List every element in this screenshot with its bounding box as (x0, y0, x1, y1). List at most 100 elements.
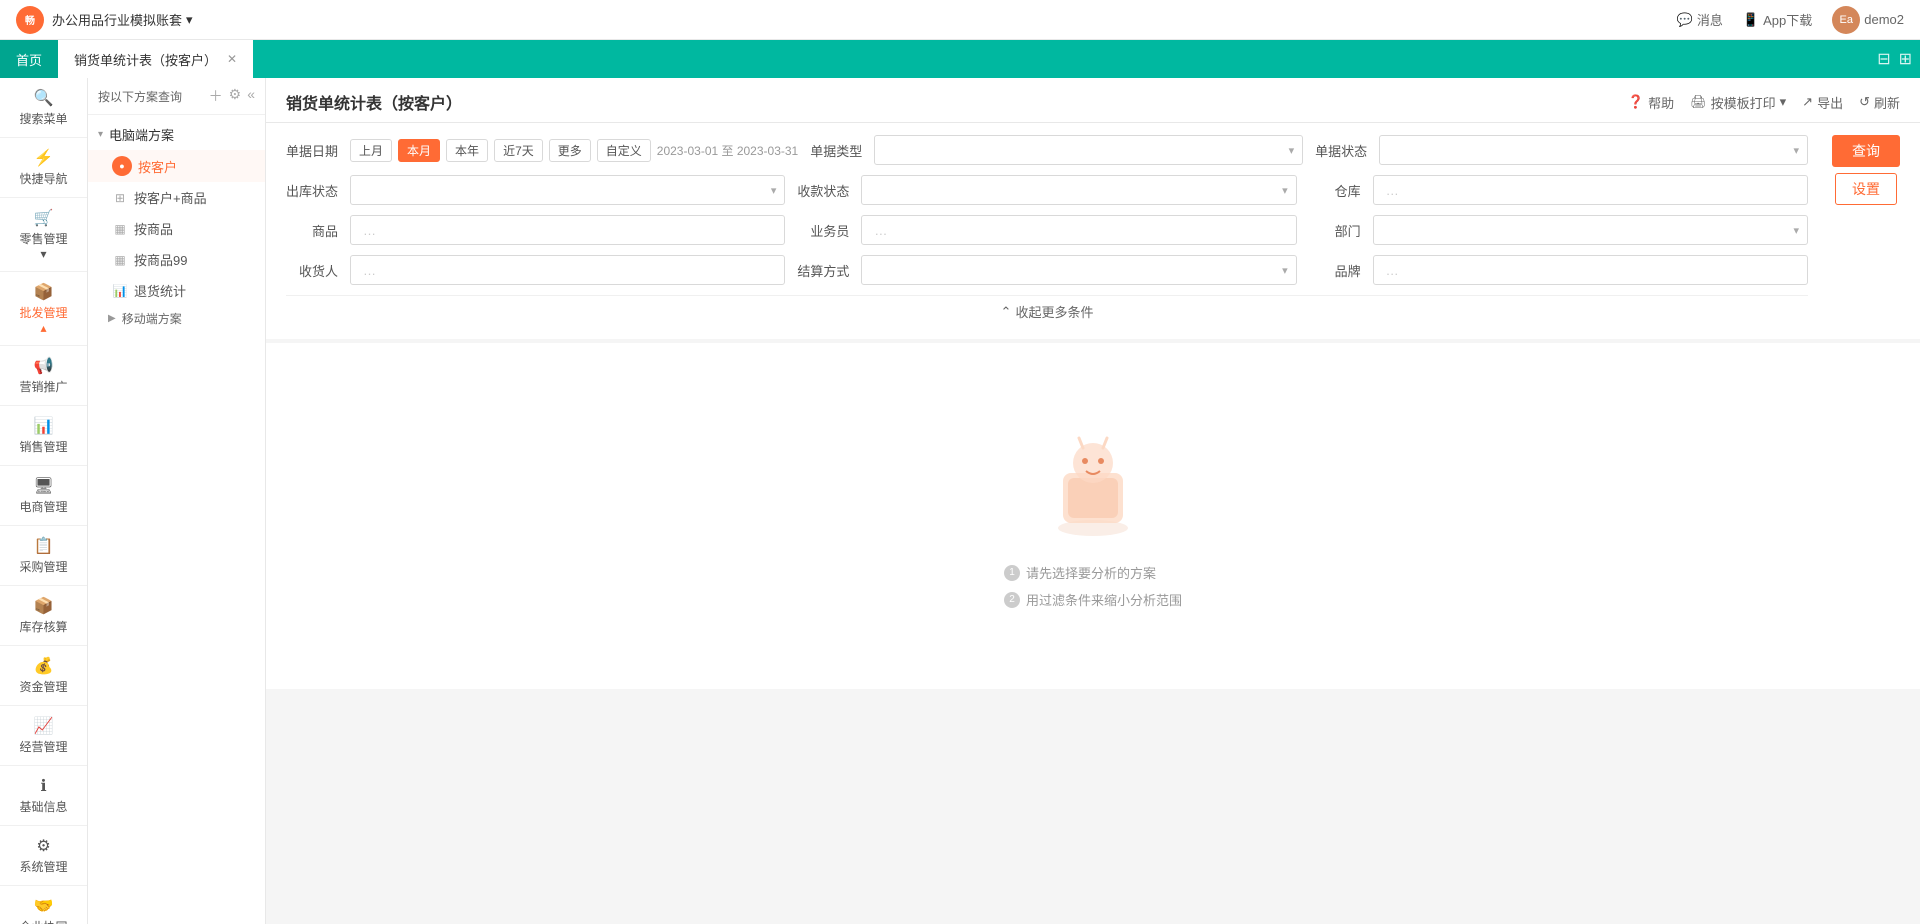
delivery-arrow: ▾ (771, 184, 777, 197)
delivery-label: 出库状态 (286, 181, 338, 200)
warehouse-select[interactable]: … (1373, 175, 1808, 205)
order-status-select[interactable]: ▾ (1379, 135, 1808, 165)
sidebar-item-collab[interactable]: 🤝 企业协同 (0, 886, 87, 924)
sidebar-item-inventory[interactable]: 📦 库存核算 (0, 586, 87, 646)
print-label: 按模板打印 (1711, 93, 1776, 112)
settlement-select[interactable]: ▾ (861, 255, 1296, 285)
tab-home-label: 首页 (16, 50, 42, 69)
scheme-by-customer[interactable]: ● 按客户 (88, 150, 265, 182)
order-type-select[interactable]: ▾ (874, 135, 1303, 165)
sidebar-retail-label: 零售管理 (4, 230, 83, 247)
order-type-arrow: ▾ (1289, 144, 1295, 157)
sidebar-operations-label: 经营管理 (4, 738, 83, 755)
help-label: 帮助 (1648, 93, 1674, 112)
query-button[interactable]: 查询 (1832, 135, 1900, 167)
ecommerce-icon: 🖥 (4, 476, 83, 496)
salesman-select[interactable]: … (861, 215, 1296, 245)
date-range: 2023-03-01 至 2023-03-31 (657, 142, 798, 159)
scheme-return-label: 退货统计 (134, 281, 186, 300)
empty-tips: 1 请先选择要分析的方案 2 用过滤条件来缩小分析范围 (1004, 563, 1182, 609)
tab-expand-icon[interactable]: ⊞ (1899, 49, 1912, 69)
app-selector[interactable]: 办公用品行业模拟账套 ▾ (52, 10, 193, 29)
sidebar-item-basicinfo[interactable]: ℹ 基础信息 (0, 766, 87, 826)
date-btn-this-year[interactable]: 本年 (446, 139, 488, 162)
settings-button[interactable]: 设置 (1835, 173, 1897, 205)
sidebar-item-operations[interactable]: 📈 经营管理 (0, 706, 87, 766)
collapse-panel-btn[interactable]: « (247, 86, 255, 106)
sidebar-basicinfo-label: 基础信息 (4, 798, 83, 815)
date-btn-more[interactable]: 更多 (549, 139, 591, 162)
add-scheme-btn[interactable]: ＋ (209, 86, 223, 106)
system-icon: ⚙ (4, 836, 83, 856)
sidebar-item-wholesale[interactable]: 📦 批发管理 ▴ (0, 272, 87, 346)
help-btn[interactable]: ❓ 帮助 (1628, 93, 1674, 112)
scheme-cg-label: 按客户+商品 (134, 188, 207, 207)
order-type-label: 单据类型 (810, 141, 862, 160)
scheme-by-customer-goods[interactable]: ⊞ 按客户+商品 (88, 182, 265, 213)
search-icon: 🔍 (4, 88, 83, 108)
department-select[interactable]: ▾ (1373, 215, 1808, 245)
purchase-icon: 📋 (4, 536, 83, 556)
user-info[interactable]: Ea demo2 (1832, 6, 1904, 34)
tab-close-btn[interactable]: ✕ (227, 52, 237, 66)
date-btn-last-month[interactable]: 上月 (350, 139, 392, 162)
left-panel: 按以下方案查询 ＋ ⚙ « ▾ 电脑端方案 ● 按客户 ⊞ 按客户+商品 (88, 78, 266, 924)
salesman-dots: … (870, 223, 891, 238)
print-btn[interactable]: 🖨 按模板打印 ▾ (1690, 93, 1786, 112)
desktop-group-header[interactable]: ▾ 电脑端方案 (88, 119, 265, 150)
sidebar-item-sales[interactable]: 📊 销售管理 (0, 406, 87, 466)
refresh-btn[interactable]: ↺ 刷新 (1859, 93, 1900, 112)
left-panel-actions: ＋ ⚙ « (209, 86, 255, 106)
order-status-arrow: ▾ (1793, 144, 1799, 157)
print-icon: 🖨 (1690, 94, 1707, 110)
sidebar-item-purchase[interactable]: 📋 采购管理 (0, 526, 87, 586)
app-selector-arrow: ▾ (186, 12, 193, 28)
sidebar-item-ecommerce[interactable]: 🖥 电商管理 (0, 466, 87, 526)
scheme-by-goods99[interactable]: ▦ 按商品99 (88, 244, 265, 275)
sidebar-item-finance[interactable]: 💰 资金管理 (0, 646, 87, 706)
header-right: 💬 消息 📱 App下载 Ea demo2 (1677, 6, 1904, 34)
header-left: 畅 办公用品行业模拟账套 ▾ (16, 6, 193, 34)
goods-select[interactable]: … (350, 215, 785, 245)
user-name: demo2 (1864, 12, 1904, 27)
page-header: 销货单统计表（按客户） ❓ 帮助 🖨 按模板打印 ▾ ↗ 导出 ↺ 刷新 (266, 78, 1920, 123)
recipient-label: 收货人 (286, 261, 338, 280)
sidebar-item-search[interactable]: 🔍 搜索菜单 (0, 78, 87, 138)
download-icon: 📱 (1743, 12, 1759, 28)
date-btn-this-month[interactable]: 本月 (398, 139, 440, 162)
payment-select[interactable]: ▾ (861, 175, 1296, 205)
message-btn[interactable]: 💬 消息 (1677, 10, 1723, 29)
basicinfo-icon: ℹ (4, 776, 83, 796)
collapse-filters-btn[interactable]: ⌃ 收起更多条件 (286, 295, 1808, 327)
date-btn-custom[interactable]: 自定义 (597, 139, 651, 162)
recipient-select[interactable]: … (350, 255, 785, 285)
tab-sales-stats-label: 销货单统计表（按客户） (74, 50, 217, 69)
collab-icon: 🤝 (4, 896, 83, 916)
sidebar-item-retail[interactable]: 🛒 零售管理 ▾ (0, 198, 87, 272)
top-header: 畅 办公用品行业模拟账套 ▾ 💬 消息 📱 App下载 Ea demo2 (0, 0, 1920, 40)
scheme-goods-label: 按商品 (134, 219, 173, 238)
tab-home[interactable]: 首页 (0, 40, 58, 78)
empty-state: 1 请先选择要分析的方案 2 用过滤条件来缩小分析范围 (266, 343, 1920, 689)
sidebar-item-marketing[interactable]: 📢 营销推广 (0, 346, 87, 406)
settings-scheme-btn[interactable]: ⚙ (229, 86, 242, 106)
marketing-icon: 📢 (4, 356, 83, 376)
export-btn[interactable]: ↗ 导出 (1802, 93, 1843, 112)
empty-illustration (1033, 423, 1153, 543)
mobile-group-header[interactable]: ▶ 移动端方案 (88, 306, 265, 331)
refresh-icon: ↺ (1859, 94, 1870, 110)
sidebar-item-nav[interactable]: ⚡ 快捷导航 (0, 138, 87, 198)
operations-icon: 📈 (4, 716, 83, 736)
delivery-select[interactable]: ▾ (350, 175, 785, 205)
sidebar-wholesale-label: 批发管理 (4, 304, 83, 321)
sidebar-item-system[interactable]: ⚙ 系统管理 (0, 826, 87, 886)
scheme-by-goods[interactable]: ▦ 按商品 (88, 213, 265, 244)
tab-sales-stats[interactable]: 销货单统计表（按客户） ✕ (58, 40, 253, 78)
brand-select[interactable]: … (1373, 255, 1808, 285)
date-btn-7days[interactable]: 近7天 (494, 139, 543, 162)
salesman-label: 业务员 (797, 221, 849, 240)
filter-area: 单据日期 上月 本月 本年 近7天 更多 自定义 2023-03-01 至 20… (266, 123, 1920, 339)
tab-minimize-icon[interactable]: ⊟ (1877, 49, 1890, 69)
download-btn[interactable]: 📱 App下载 (1743, 10, 1812, 29)
scheme-return-stats[interactable]: 📊 退货统计 (88, 275, 265, 306)
